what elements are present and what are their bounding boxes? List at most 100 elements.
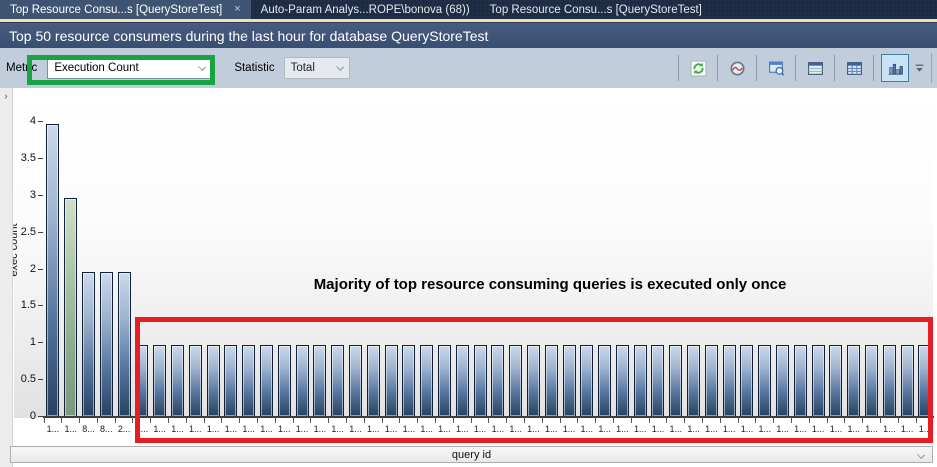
grid-view-button[interactable] <box>803 56 827 80</box>
bar-query-48[interactable] <box>883 345 896 417</box>
tab-label: Top Resource Consu...s [QueryStoreTest] <box>490 4 702 16</box>
bar-query-12[interactable] <box>242 345 255 417</box>
bar-query-44[interactable] <box>812 345 825 417</box>
bar-query-38[interactable] <box>705 345 718 417</box>
report-title-bar: Top 50 resource consumers during the las… <box>0 22 937 48</box>
bar-query-20[interactable] <box>385 345 398 417</box>
collapsed-panel-splitter[interactable]: › <box>0 88 13 467</box>
bar-query-26[interactable] <box>491 345 504 417</box>
bar-query-10[interactable] <box>207 345 220 417</box>
x-tick-label: 1... <box>667 424 685 435</box>
bar-query-13[interactable] <box>260 345 273 417</box>
metric-dropdown[interactable]: Execution Count <box>47 57 212 79</box>
bar-query-35[interactable] <box>651 345 664 417</box>
toolbar-divider <box>931 53 932 83</box>
bar-slot <box>738 88 756 417</box>
bar-query-23[interactable] <box>438 345 451 417</box>
x-tick-label: 1... <box>436 424 454 435</box>
x-tick-label: 1... <box>329 424 347 435</box>
bar-query-32[interactable] <box>598 345 611 417</box>
bar-query-43[interactable] <box>794 345 807 417</box>
toolbar-overflow-icon <box>914 63 925 74</box>
x-tick-label: 1... <box>222 424 240 435</box>
bar-slot <box>863 88 881 417</box>
bar-query-22[interactable] <box>420 345 433 417</box>
bar-query-16[interactable] <box>313 345 326 417</box>
bar-query-8[interactable] <box>171 345 184 417</box>
bar-slot <box>525 88 543 417</box>
bar-query-9[interactable] <box>189 345 202 417</box>
bar-slot <box>311 88 329 417</box>
y-tick-mark <box>38 121 43 122</box>
bar-query-17[interactable] <box>331 345 344 417</box>
bar-slot <box>275 88 293 417</box>
x-tick-label: 1... <box>756 424 774 435</box>
bar-query-3[interactable] <box>82 272 95 418</box>
bar-slot <box>44 88 62 417</box>
tab-top-resource-consumers-active[interactable]: Top Resource Consu...s [QueryStoreTest] … <box>0 0 251 19</box>
statistic-dropdown-value: Total <box>291 62 315 74</box>
grid-view-alt-button[interactable] <box>842 56 866 80</box>
bar-query-42[interactable] <box>776 345 789 417</box>
bar-query-37[interactable] <box>687 345 700 417</box>
bar-query-4[interactable] <box>100 272 113 418</box>
chart-area: › exec count 00.511.522.533.54 1...1...8… <box>0 88 937 467</box>
close-icon[interactable]: × <box>234 4 240 15</box>
tab-auto-param-analysis[interactable]: Auto-Param Analys...ROPE\bonova (68)) <box>251 0 480 19</box>
bar-query-46[interactable] <box>847 345 860 417</box>
bar-query-18[interactable] <box>349 345 362 417</box>
y-tick-mark <box>38 379 43 380</box>
bar-query-6[interactable] <box>135 345 148 417</box>
bar-query-29[interactable] <box>545 345 558 417</box>
bar-query-21[interactable] <box>402 345 415 417</box>
bar-query-34[interactable] <box>634 345 647 417</box>
y-tick-mark <box>38 195 43 196</box>
bar-query-50[interactable] <box>918 345 931 417</box>
statistic-dropdown[interactable]: Total <box>284 57 350 79</box>
bar-query-19[interactable] <box>367 345 380 417</box>
bar-slot <box>62 88 80 417</box>
bar-query-47[interactable] <box>865 345 878 417</box>
x-tick-label: 1... <box>133 424 151 435</box>
bar-query-33[interactable] <box>616 345 629 417</box>
x-axis-selector[interactable]: query id <box>10 446 933 463</box>
bar-query-1[interactable] <box>46 124 59 417</box>
x-tick-label: 1... <box>364 424 382 435</box>
bar-query-30[interactable] <box>563 345 576 417</box>
bar-query-5[interactable] <box>118 272 131 418</box>
chevron-down-icon <box>336 63 344 71</box>
x-tick-label: 1... <box>311 424 329 435</box>
bar-query-41[interactable] <box>758 345 771 417</box>
x-tick-label: 1... <box>827 424 845 435</box>
bar-query-24[interactable] <box>456 345 469 417</box>
bar-query-39[interactable] <box>723 345 736 417</box>
track-query-button[interactable] <box>725 56 749 80</box>
bar-query-40[interactable] <box>740 345 753 417</box>
x-tick-label: 1... <box>720 424 738 435</box>
bar-query-11[interactable] <box>224 345 237 417</box>
bar-slot <box>827 88 845 417</box>
bar-query-28[interactable] <box>527 345 540 417</box>
bar-slot <box>774 88 792 417</box>
view-query-text-button[interactable] <box>764 56 788 80</box>
bar-query-45[interactable] <box>829 345 842 417</box>
bar-query-15[interactable] <box>296 345 309 417</box>
bar-query-31[interactable] <box>580 345 593 417</box>
toolbar-overflow-button[interactable] <box>914 63 925 74</box>
track-query-icon <box>729 60 746 77</box>
bar-query-36[interactable] <box>669 345 682 417</box>
tab-top-resource-consumers-2[interactable]: Top Resource Consu...s [QueryStoreTest] <box>480 0 712 19</box>
bar-query-27[interactable] <box>509 345 522 417</box>
bar-slot <box>453 88 471 417</box>
bar-query-14[interactable] <box>278 345 291 417</box>
bar-slot <box>489 88 507 417</box>
bar-slot <box>222 88 240 417</box>
bar-query-2[interactable] <box>64 198 77 417</box>
bar-query-7[interactable] <box>153 345 166 417</box>
bar-query-49[interactable] <box>901 345 914 417</box>
chart-view-button[interactable] <box>881 54 909 82</box>
x-tick-label: 1... <box>525 424 543 435</box>
refresh-button[interactable] <box>686 56 710 80</box>
grid-view-icon <box>807 60 824 77</box>
bar-query-25[interactable] <box>474 345 487 417</box>
